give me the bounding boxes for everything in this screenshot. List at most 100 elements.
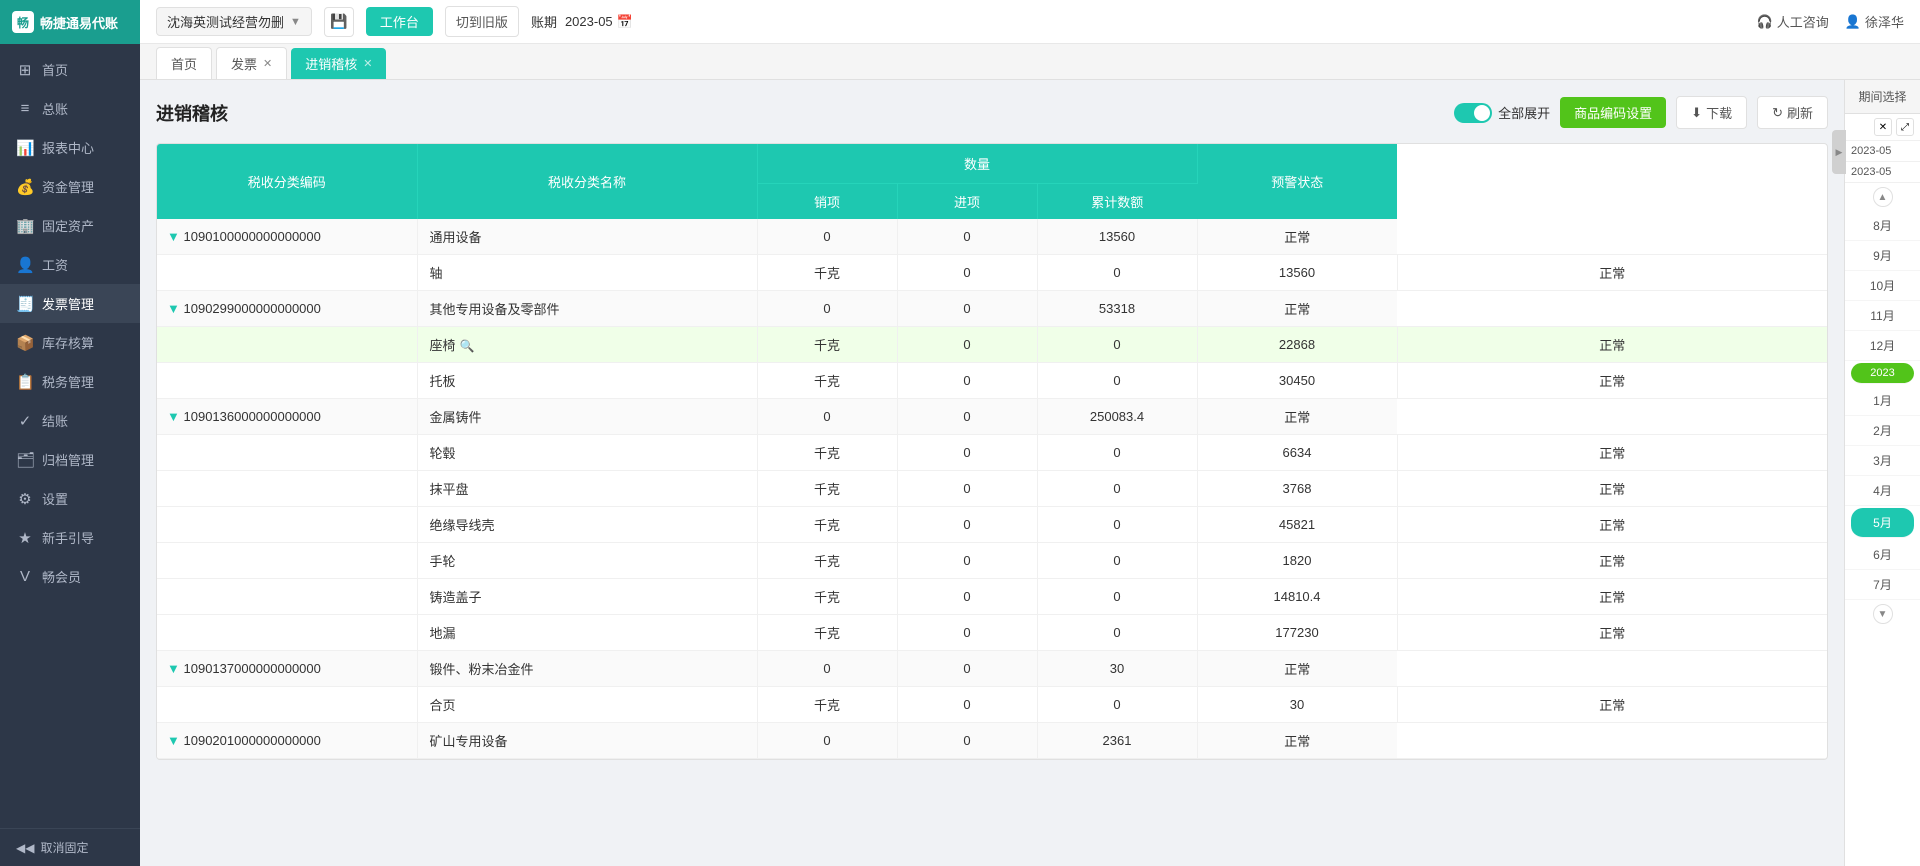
cell-warning: 正常 xyxy=(1197,399,1397,435)
cell-warning: 正常 xyxy=(1397,615,1827,651)
panel-expand-btn[interactable]: ⤢ xyxy=(1896,118,1914,136)
toggle-switch[interactable] xyxy=(1454,103,1492,123)
tab-invoice-label: 发票 xyxy=(231,54,257,73)
cell-name: 通用设备 xyxy=(417,219,757,255)
period-month-3月[interactable]: 3月 xyxy=(1845,446,1920,476)
sidebar-item-label: 库存核算 xyxy=(42,333,94,352)
tax-icon: 📋 xyxy=(16,373,34,391)
pin-icon: ◀◀ xyxy=(16,841,34,855)
save-button[interactable]: 💾 xyxy=(324,7,354,37)
tab-invoice-close[interactable]: ✕ xyxy=(263,57,272,70)
tab-reconcile-close[interactable]: ✕ xyxy=(363,57,372,70)
cell-name: 地漏 xyxy=(417,615,757,651)
tab-reconcile[interactable]: 进销稽核 ✕ xyxy=(291,48,386,79)
cell-purchase: 0 xyxy=(1037,507,1197,543)
sidebar-unpin[interactable]: ◀◀ 取消固定 xyxy=(0,828,140,866)
cell-cumulative: 1820 xyxy=(1197,543,1397,579)
cell-sales: 0 xyxy=(897,327,1037,363)
period-month-5月[interactable]: 5月 xyxy=(1851,508,1914,538)
cell-warning: 正常 xyxy=(1397,327,1827,363)
period-month-8月[interactable]: 8月 xyxy=(1845,211,1920,241)
cell-purchase: 0 xyxy=(1037,471,1197,507)
cell-code: ▼ 1090201000000000000 xyxy=(157,723,417,759)
period-up-btn[interactable]: ▲ xyxy=(1873,187,1893,207)
period-header: 期间选择 xyxy=(1845,80,1920,114)
cell-unit: 千克 xyxy=(757,507,897,543)
cell-sales: 0 xyxy=(897,255,1037,291)
th-quantity: 数量 xyxy=(757,144,1197,184)
sidebar-item-label: 工资 xyxy=(42,255,68,274)
period-month-11月[interactable]: 11月 xyxy=(1845,301,1920,331)
product-code-btn[interactable]: 商品编码设置 xyxy=(1560,97,1666,128)
period-item-1[interactable]: 2023-05 xyxy=(1845,141,1920,162)
period-value: 2023-05 xyxy=(565,14,613,29)
period-month-1月[interactable]: 1月 xyxy=(1845,386,1920,416)
period-year-marker[interactable]: 2023 xyxy=(1851,363,1914,384)
cell-name: 座椅🔍 xyxy=(417,327,757,363)
sidebar-item-label: 发票管理 xyxy=(42,294,94,313)
sidebar-item-inventory[interactable]: 📦 库存核算 xyxy=(0,323,140,362)
sidebar: 畅 畅捷通易代账 ⊞ 首页 ≡ 总账 📊 报表中心 💰 资金管理 🏢 固定资产 … xyxy=(0,0,140,866)
cell-code xyxy=(157,507,417,543)
cell-sales: 0 xyxy=(757,651,897,687)
sidebar-item-vip[interactable]: V 畅会员 xyxy=(0,557,140,596)
cell-sales: 0 xyxy=(897,507,1037,543)
cell-cumulative: 3768 xyxy=(1197,471,1397,507)
sidebar-item-assets[interactable]: 🏢 固定资产 xyxy=(0,206,140,245)
sidebar-item-ledger[interactable]: ≡ 总账 xyxy=(0,89,140,128)
cell-unit: 千克 xyxy=(757,327,897,363)
tab-reconcile-label: 进销稽核 xyxy=(305,54,357,73)
period-collapse-btn[interactable]: ▶ xyxy=(1832,130,1846,174)
period-month-4月[interactable]: 4月 xyxy=(1845,476,1920,506)
sidebar-item-guide[interactable]: ★ 新手引导 xyxy=(0,518,140,557)
page-title: 进销稽核 xyxy=(156,100,228,126)
sidebar-item-funds[interactable]: 💰 资金管理 xyxy=(0,167,140,206)
period-down-btn[interactable]: ▼ xyxy=(1873,604,1893,624)
workbench-button[interactable]: 工作台 xyxy=(366,7,433,36)
sidebar-item-reports[interactable]: 📊 报表中心 xyxy=(0,128,140,167)
cell-purchase: 0 xyxy=(1037,579,1197,615)
cell-purchase: 0 xyxy=(1037,615,1197,651)
cell-code xyxy=(157,435,417,471)
cell-cumulative: 13560 xyxy=(1037,219,1197,255)
sidebar-item-home[interactable]: ⊞ 首页 xyxy=(0,50,140,89)
home-icon: ⊞ xyxy=(16,61,34,79)
sidebar-item-settlement[interactable]: ✓ 结账 xyxy=(0,401,140,440)
period-month-10月[interactable]: 10月 xyxy=(1845,271,1920,301)
cell-purchase: 0 xyxy=(897,399,1037,435)
period-month-12月[interactable]: 12月 xyxy=(1845,331,1920,361)
calendar-icon[interactable]: 📅 xyxy=(617,14,633,30)
cell-unit: 千克 xyxy=(757,615,897,651)
period-item-2[interactable]: 2023-05 xyxy=(1845,162,1920,183)
panel-close-btn[interactable]: ✕ xyxy=(1874,118,1892,136)
sidebar-item-invoice[interactable]: 🧾 发票管理 xyxy=(0,284,140,323)
tab-home[interactable]: 首页 xyxy=(156,47,212,79)
cell-sales: 0 xyxy=(757,723,897,759)
period-month-7月[interactable]: 7月 xyxy=(1845,570,1920,600)
cell-code xyxy=(157,363,417,399)
cell-name: 绝缘导线壳 xyxy=(417,507,757,543)
company-selector[interactable]: 沈海英测试经营勿删 ▼ xyxy=(156,7,312,36)
sidebar-item-label: 新手引导 xyxy=(42,528,94,547)
cell-code xyxy=(157,255,417,291)
sidebar-item-label: 设置 xyxy=(42,489,68,508)
period-month-6月[interactable]: 6月 xyxy=(1845,540,1920,570)
tabs-bar: 首页 发票 ✕ 进销稽核 ✕ xyxy=(140,44,1920,80)
sidebar-item-tax[interactable]: 📋 税务管理 xyxy=(0,362,140,401)
invoice-icon: 🧾 xyxy=(16,295,34,313)
sidebar-item-settings[interactable]: ⚙ 设置 xyxy=(0,479,140,518)
cell-code: ▼ 1090136000000000000 xyxy=(157,399,417,435)
cell-purchase: 0 xyxy=(897,651,1037,687)
period-month-2月[interactable]: 2月 xyxy=(1845,416,1920,446)
old-version-button[interactable]: 切到旧版 xyxy=(445,6,519,37)
support-link[interactable]: 🎧 人工咨询 xyxy=(1757,12,1829,31)
sidebar-item-archive[interactable]: 🗂 归档管理 xyxy=(0,440,140,479)
period-month-9月[interactable]: 9月 xyxy=(1845,241,1920,271)
cell-unit: 千克 xyxy=(757,687,897,723)
user-profile[interactable]: 👤 徐泽华 xyxy=(1845,12,1904,31)
refresh-button[interactable]: ↻ 刷新 xyxy=(1757,96,1828,129)
tab-invoice[interactable]: 发票 ✕ xyxy=(216,47,287,79)
sidebar-item-payroll[interactable]: 👤 工资 xyxy=(0,245,140,284)
download-button[interactable]: ⬇ 下载 xyxy=(1676,96,1747,129)
cell-purchase: 0 xyxy=(897,723,1037,759)
